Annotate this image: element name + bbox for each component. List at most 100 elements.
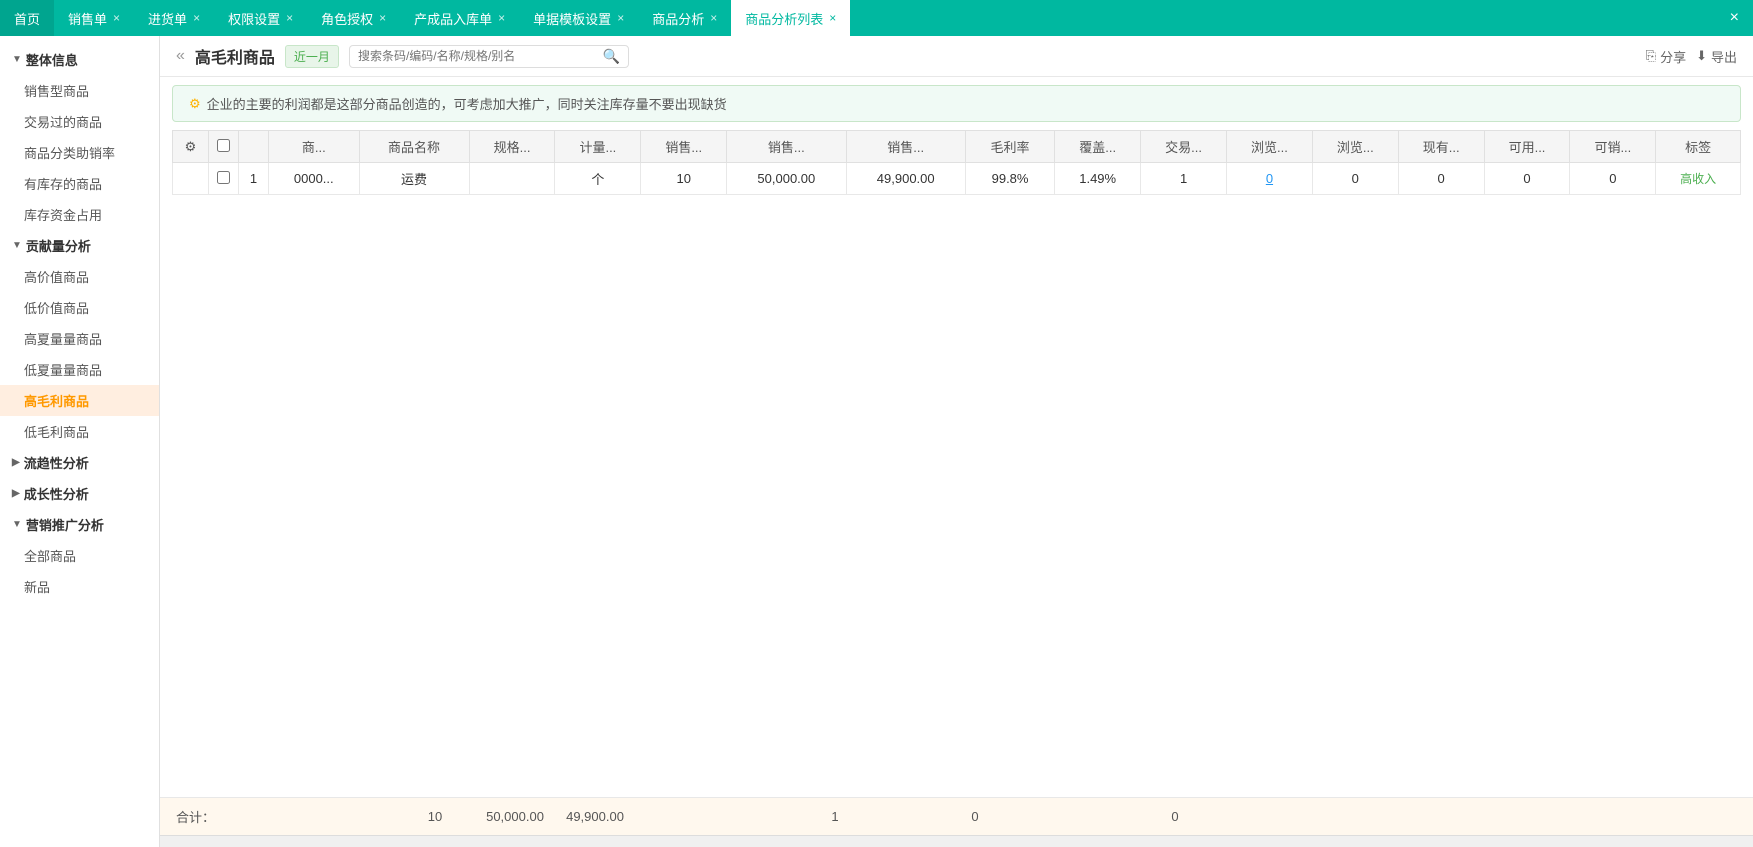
tip-bar: ⚙ 企业的主要的利润都是这部分商品创造的，可考虑加大推广，同时关注库存量不要出现…: [172, 85, 1741, 122]
sidebar-item-all-goods[interactable]: 全部商品: [0, 540, 159, 571]
cell-settings: [173, 163, 209, 195]
nav-close-analysis[interactable]: ×: [710, 11, 717, 25]
col-current: 现有...: [1398, 131, 1484, 163]
cell-browse1[interactable]: 0: [1227, 163, 1313, 195]
share-btn[interactable]: ⎘ 分享: [1646, 47, 1686, 66]
nav-product-analysis[interactable]: 商品分析 ×: [638, 0, 731, 36]
footer-bar: 合计： 10 50,000.00 49,900.00 1 0 0: [160, 797, 1753, 835]
nav-close-sales[interactable]: ×: [113, 11, 120, 25]
cell-spec: [469, 163, 555, 195]
sidebar-item-traded-goods[interactable]: 交易过的商品: [0, 106, 159, 137]
sidebar-item-low-value[interactable]: 低价值商品: [0, 292, 159, 323]
export-btn[interactable]: ⬇ 导出: [1696, 47, 1737, 66]
row-checkbox[interactable]: [217, 171, 230, 184]
nav-analysis-list[interactable]: 商品分析列表 ×: [731, 0, 850, 36]
select-all-checkbox[interactable]: [217, 139, 230, 152]
col-browse1: 浏览...: [1227, 131, 1313, 163]
table-container: ⚙ 商... 商品名称 规格... 计量... 销售... 销售... 销售..…: [160, 130, 1753, 797]
col-code: 商...: [269, 131, 360, 163]
share-icon: ⎘: [1646, 48, 1656, 64]
footer-cells: 10 50,000.00 49,900.00 1 0 0: [235, 809, 1737, 824]
col-sales-profit: 销售...: [846, 131, 965, 163]
cell-current: 0: [1398, 163, 1484, 195]
total-label: 合计：: [176, 807, 215, 826]
cell-checkbox: [209, 163, 239, 195]
nav-close-finished[interactable]: ×: [498, 11, 505, 25]
footer-amount: 50,000.00: [475, 809, 555, 824]
search-input[interactable]: [358, 49, 603, 63]
sidebar: ▼ 整体信息 销售型商品 交易过的商品 商品分类助销率 有库存的商品 库存资金占…: [0, 36, 160, 847]
nav-close-analysis-list[interactable]: ×: [829, 11, 836, 25]
nav-close-template[interactable]: ×: [617, 11, 624, 25]
sidebar-item-in-stock[interactable]: 有库存的商品: [0, 168, 159, 199]
sidebar-group-trend[interactable]: ▶ 流趋性分析: [0, 447, 159, 478]
sidebar-item-low-freq[interactable]: 低夏量量商品: [0, 354, 159, 385]
footer-browse2: 0: [935, 809, 1015, 824]
sidebar-item-high-margin[interactable]: 高毛利商品: [0, 385, 159, 416]
nav-template-settings[interactable]: 单据模板设置 ×: [519, 0, 638, 36]
bottom-scrollbar[interactable]: [160, 835, 1753, 847]
settings-icon: ⚙: [185, 139, 197, 154]
nav-sales-order[interactable]: 销售单 ×: [54, 0, 134, 36]
sidebar-item-high-freq[interactable]: 高夏量量商品: [0, 323, 159, 354]
content-area: « 高毛利商品 近一月 🔍 ⎘ 分享 ⬇ 导出 ⚙ 企业的主要的利润都是这部: [160, 36, 1753, 847]
col-gross-margin: 毛利率: [965, 131, 1054, 163]
collapse-sidebar-btn[interactable]: «: [176, 47, 185, 65]
top-nav: 首页 销售单 × 进货单 × 权限设置 × 角色授权 × 产成品入库单 × 单据…: [0, 0, 1753, 36]
nav-close-purchase[interactable]: ×: [193, 11, 200, 25]
tip-text: 企业的主要的利润都是这部分商品创造的，可考虑加大推广，同时关注库存量不要出现缺货: [207, 94, 727, 113]
sidebar-group-contribution[interactable]: ▼ 贡献量分析: [0, 230, 159, 261]
col-index: [239, 131, 269, 163]
nav-finished-goods[interactable]: 产成品入库单 ×: [400, 0, 519, 36]
sidebar-group-growth[interactable]: ▶ 成长性分析: [0, 478, 159, 509]
sidebar-item-high-value[interactable]: 高价值商品: [0, 261, 159, 292]
sidebar-item-stock-capital[interactable]: 库存资金占用: [0, 199, 159, 230]
cell-sales-amount: 50,000.00: [727, 163, 846, 195]
cell-tag: 高收入: [1656, 163, 1741, 195]
sidebar-item-sales-goods[interactable]: 销售型商品: [0, 75, 159, 106]
sidebar-item-category-rate[interactable]: 商品分类助销率: [0, 137, 159, 168]
nav-role[interactable]: 角色授权 ×: [307, 0, 400, 36]
nav-permission[interactable]: 权限设置 ×: [214, 0, 307, 36]
col-sales-qty: 销售...: [641, 131, 727, 163]
nav-close-role[interactable]: ×: [379, 11, 386, 25]
sidebar-group-marketing[interactable]: ▼ 营销推广分析: [0, 509, 159, 540]
col-available: 可用...: [1484, 131, 1570, 163]
arrow-contribution: ▼: [12, 240, 22, 251]
tip-icon: ⚙: [189, 96, 201, 112]
col-settings[interactable]: ⚙: [173, 131, 209, 163]
nav-home[interactable]: 首页: [0, 0, 54, 36]
search-box: 🔍: [349, 45, 629, 68]
arrow-marketing: ▼: [12, 519, 22, 530]
content-header: « 高毛利商品 近一月 🔍 ⎘ 分享 ⬇ 导出: [160, 36, 1753, 77]
cell-saleable: 0: [1570, 163, 1656, 195]
data-table: ⚙ 商... 商品名称 规格... 计量... 销售... 销售... 销售..…: [172, 130, 1741, 195]
cell-sales-profit: 49,900.00: [846, 163, 965, 195]
window-close-btn[interactable]: ×: [1716, 9, 1753, 27]
cell-index: 1: [239, 163, 269, 195]
arrow-overall: ▼: [12, 54, 22, 65]
sidebar-item-low-margin[interactable]: 低毛利商品: [0, 416, 159, 447]
cell-browse2: 0: [1312, 163, 1398, 195]
nav-close-permission[interactable]: ×: [286, 11, 293, 25]
col-trade: 交易...: [1141, 131, 1227, 163]
col-unit: 计量...: [555, 131, 641, 163]
cell-name: 运费: [359, 163, 469, 195]
sidebar-item-new-goods[interactable]: 新品: [0, 571, 159, 602]
cell-coverage: 1.49%: [1055, 163, 1141, 195]
cell-gross-margin: 99.8%: [965, 163, 1054, 195]
col-browse2: 浏览...: [1312, 131, 1398, 163]
period-filter-btn[interactable]: 近一月: [285, 45, 339, 68]
col-spec: 规格...: [469, 131, 555, 163]
footer-qty: 10: [395, 809, 475, 824]
cell-unit: 个: [555, 163, 641, 195]
col-coverage: 覆盖...: [1055, 131, 1141, 163]
col-saleable: 可销...: [1570, 131, 1656, 163]
search-icon[interactable]: 🔍: [603, 48, 620, 65]
main-layout: ▼ 整体信息 销售型商品 交易过的商品 商品分类助销率 有库存的商品 库存资金占…: [0, 36, 1753, 847]
nav-purchase[interactable]: 进货单 ×: [134, 0, 214, 36]
export-icon: ⬇: [1696, 48, 1707, 64]
col-sales-amount: 销售...: [727, 131, 846, 163]
arrow-trend: ▶: [12, 457, 20, 468]
sidebar-group-overall[interactable]: ▼ 整体信息: [0, 44, 159, 75]
